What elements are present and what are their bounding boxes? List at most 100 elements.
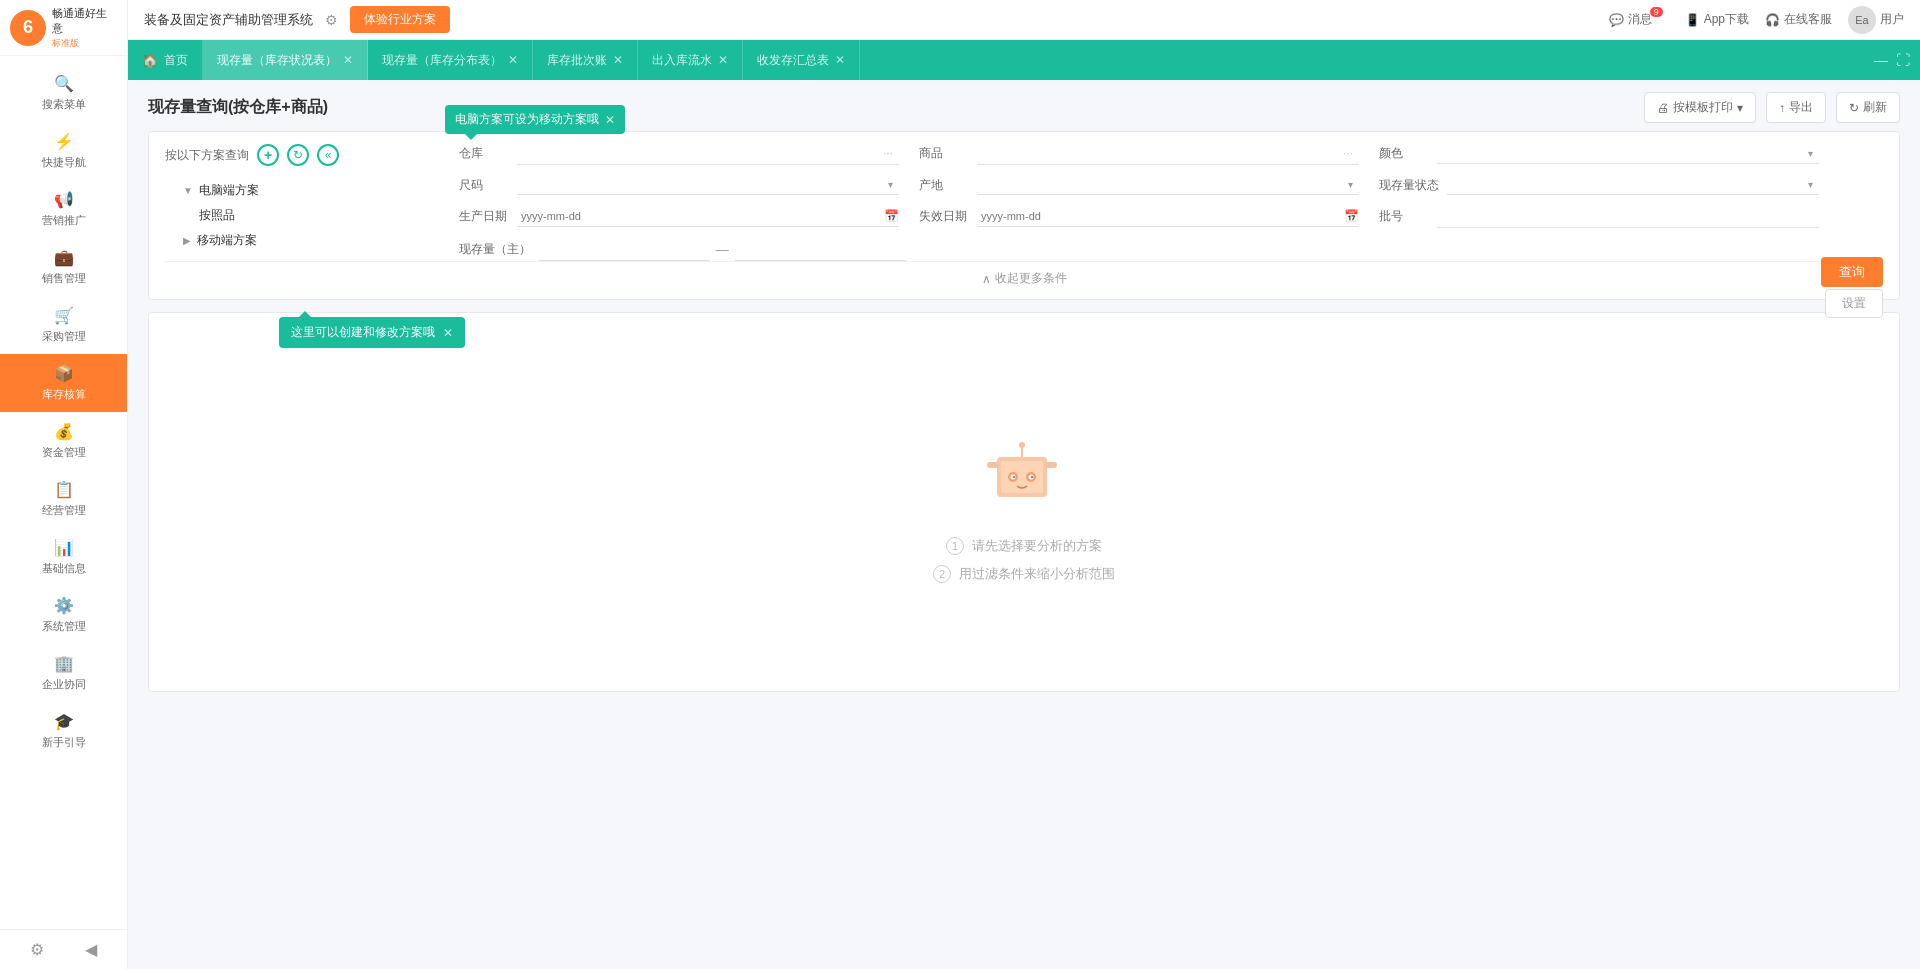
notifications-item[interactable]: 💬 消息 9 <box>1609 11 1669 28</box>
tab-batch-ledger[interactable]: 库存批次账 ✕ <box>533 40 638 80</box>
stock-main-from-input[interactable] <box>539 238 710 261</box>
tab-inout-flow[interactable]: 出入库流水 ✕ <box>638 40 743 80</box>
user-item[interactable]: Ea 用户 <box>1848 6 1904 34</box>
sidebar-item-purchase[interactable]: 🛒 采购管理 <box>0 296 127 354</box>
filter-refresh-button[interactable]: ↻ <box>287 144 309 166</box>
origin-arrow: ▾ <box>1348 179 1353 190</box>
filter-warehouse-row: 仓库 ··· <box>459 142 899 165</box>
logo-icon: 6 <box>10 10 46 46</box>
page-title: 现存量查询(按仓库+商品) <box>148 97 328 118</box>
basic-icon: 📊 <box>54 538 74 557</box>
main-content: 现存量查询(按仓库+商品) 🖨 按模板打印 ▾ ↑ 导出 ↻ 刷新 按以下方案查… <box>128 80 1920 969</box>
print-icon: 🖨 <box>1657 101 1669 115</box>
svg-rect-10 <box>987 462 999 468</box>
warehouse-more-btn[interactable]: ··· <box>883 146 893 160</box>
stock-main-to-input[interactable] <box>735 238 906 261</box>
tab-home[interactable]: 🏠 首页 <box>128 40 203 80</box>
sidebar-item-finance[interactable]: 💰 资金管理 <box>0 412 127 470</box>
scheme-mobile-arrow[interactable]: ▶ <box>183 235 191 246</box>
filter-prev-button[interactable]: « <box>317 144 339 166</box>
gear-icon[interactable]: ⚙ <box>325 12 338 28</box>
chevron-down-icon: ▾ <box>1737 101 1743 115</box>
empty-icon-wrapper <box>979 422 1069 515</box>
message-icon: 💬 <box>1609 13 1624 27</box>
sidebar-item-system[interactable]: ⚙️ 系统管理 <box>0 586 127 644</box>
page-actions: 🖨 按模板打印 ▾ ↑ 导出 ↻ 刷新 <box>1644 92 1900 123</box>
batch-input[interactable] <box>1437 205 1819 228</box>
tab-close-inventory-status[interactable]: ✕ <box>343 53 353 67</box>
color-arrow: ▾ <box>1808 148 1813 159</box>
header-left: 装备及固定资产辅助管理系统 ⚙ 体验行业方案 <box>144 6 450 33</box>
filter-goods-row: 商品 ··· <box>919 142 1359 165</box>
stock-status-arrow: ▾ <box>1808 179 1813 190</box>
header-right: 💬 消息 9 📱 App下载 🎧 在线客服 Ea 用户 <box>1609 6 1904 34</box>
sidebar-item-inventory[interactable]: 📦 库存核算 <box>0 354 127 412</box>
tab-close-inout-flow[interactable]: ✕ <box>718 53 728 67</box>
sidebar-item-basic[interactable]: 📊 基础信息 <box>0 528 127 586</box>
online-service-item[interactable]: 🎧 在线客服 <box>1765 11 1832 28</box>
sidebar-item-operations[interactable]: 📋 经营管理 <box>0 470 127 528</box>
content-area: 1 请先选择要分析的方案 2 用过滤条件来缩小分析范围 <box>148 312 1900 692</box>
guide-icon: 🎓 <box>54 712 74 731</box>
filter-origin-row: 产地 ▾ <box>919 175 1359 195</box>
header: 装备及固定资产辅助管理系统 ⚙ 体验行业方案 💬 消息 9 📱 App下载 🎧 … <box>128 0 1920 40</box>
filter-area: 按以下方案查询 + ↻ « 电脑方案可设为移动方案哦 ✕ ▼ 电脑端方案 按照品… <box>148 131 1900 300</box>
tab-close-inventory-dist[interactable]: ✕ <box>508 53 518 67</box>
tab-close-receive-summary[interactable]: ✕ <box>835 53 845 67</box>
sales-icon: 💼 <box>54 248 74 267</box>
svg-point-7 <box>1031 475 1033 477</box>
app-download-item[interactable]: 📱 App下载 <box>1685 11 1749 28</box>
tab-inventory-dist[interactable]: 现存量（库存分布表） ✕ <box>368 40 533 80</box>
prod-date-input[interactable]: 📅 <box>517 206 899 227</box>
marketing-icon: 📢 <box>54 190 74 209</box>
print-button[interactable]: 🖨 按模板打印 ▾ <box>1644 92 1756 123</box>
filter-color-row: 颜色 ▾ <box>1379 142 1819 165</box>
sidebar-bottom: ⚙ ◀ <box>0 929 127 969</box>
svg-rect-11 <box>1045 462 1057 468</box>
query-button[interactable]: 查询 <box>1821 257 1883 287</box>
tabs-right-controls: — ⛶ <box>1864 40 1920 80</box>
experience-button[interactable]: 体验行业方案 <box>350 6 450 33</box>
calendar-icon-expiry[interactable]: 📅 <box>1344 209 1359 223</box>
scheme-expand-arrow[interactable]: ▼ <box>183 185 193 196</box>
sidebar-item-enterprise[interactable]: 🏢 企业协同 <box>0 644 127 702</box>
tooltip-create-close-btn[interactable]: ✕ <box>443 326 453 340</box>
export-button[interactable]: ↑ 导出 <box>1766 92 1826 123</box>
settings-bottom-btn[interactable]: ⚙ <box>30 940 44 959</box>
tooltip-close-btn[interactable]: ✕ <box>605 113 615 127</box>
expiry-date-input[interactable]: 📅 <box>977 206 1359 227</box>
collapse-sidebar-btn[interactable]: ◀ <box>85 940 97 959</box>
tab-close-batch-ledger[interactable]: ✕ <box>613 53 623 67</box>
operations-icon: 📋 <box>54 480 74 499</box>
stock-main-separator: — <box>716 242 729 257</box>
sidebar-logo: 6 畅通通好生意 标准版 <box>0 0 127 56</box>
tab-minimize-btn[interactable]: — <box>1874 52 1888 68</box>
sidebar-item-marketing[interactable]: 📢 营销推广 <box>0 180 127 238</box>
refresh-button[interactable]: ↻ 刷新 <box>1836 92 1900 123</box>
tab-inventory-status[interactable]: 现存量（库存状况表） ✕ <box>203 40 368 80</box>
system-icon: ⚙️ <box>54 596 74 615</box>
filter-label: 按以下方案查询 <box>165 147 249 164</box>
empty-illustration <box>979 422 1069 512</box>
sidebar-item-sales[interactable]: 💼 销售管理 <box>0 238 127 296</box>
sidebar-item-guide[interactable]: 🎓 新手引导 <box>0 702 127 760</box>
sidebar-item-search[interactable]: 🔍 搜索菜单 <box>0 64 127 122</box>
goods-more-btn[interactable]: ··· <box>1343 146 1353 160</box>
inventory-icon: 📦 <box>54 364 74 383</box>
filter-add-button[interactable]: + <box>257 144 279 166</box>
tab-maximize-btn[interactable]: ⛶ <box>1896 52 1910 68</box>
filter-expiry-date-row: 失效日期 📅 <box>919 205 1359 228</box>
system-name: 装备及固定资产辅助管理系统 <box>144 11 313 29</box>
reset-button[interactable]: 设置 <box>1825 289 1883 318</box>
export-icon: ↑ <box>1779 101 1785 115</box>
tab-receive-summary[interactable]: 收发存汇总表 ✕ <box>743 40 860 80</box>
calendar-icon-prod[interactable]: 📅 <box>884 209 899 223</box>
filter-prod-date-row: 生产日期 📅 <box>459 205 899 228</box>
tabs-bar: 🏠 首页 现存量（库存状况表） ✕ 现存量（库存分布表） ✕ 库存批次账 ✕ 出… <box>128 40 1920 80</box>
tooltip-scheme-switch: 电脑方案可设为移动方案哦 ✕ <box>445 105 625 134</box>
page-header: 现存量查询(按仓库+商品) 🖨 按模板打印 ▾ ↑ 导出 ↻ 刷新 <box>128 80 1920 131</box>
lightning-icon: ⚡ <box>54 132 74 151</box>
sidebar-item-nav[interactable]: ⚡ 快捷导航 <box>0 122 127 180</box>
avatar: Ea <box>1848 6 1876 34</box>
filter-batch-row: 批号 <box>1379 205 1819 228</box>
